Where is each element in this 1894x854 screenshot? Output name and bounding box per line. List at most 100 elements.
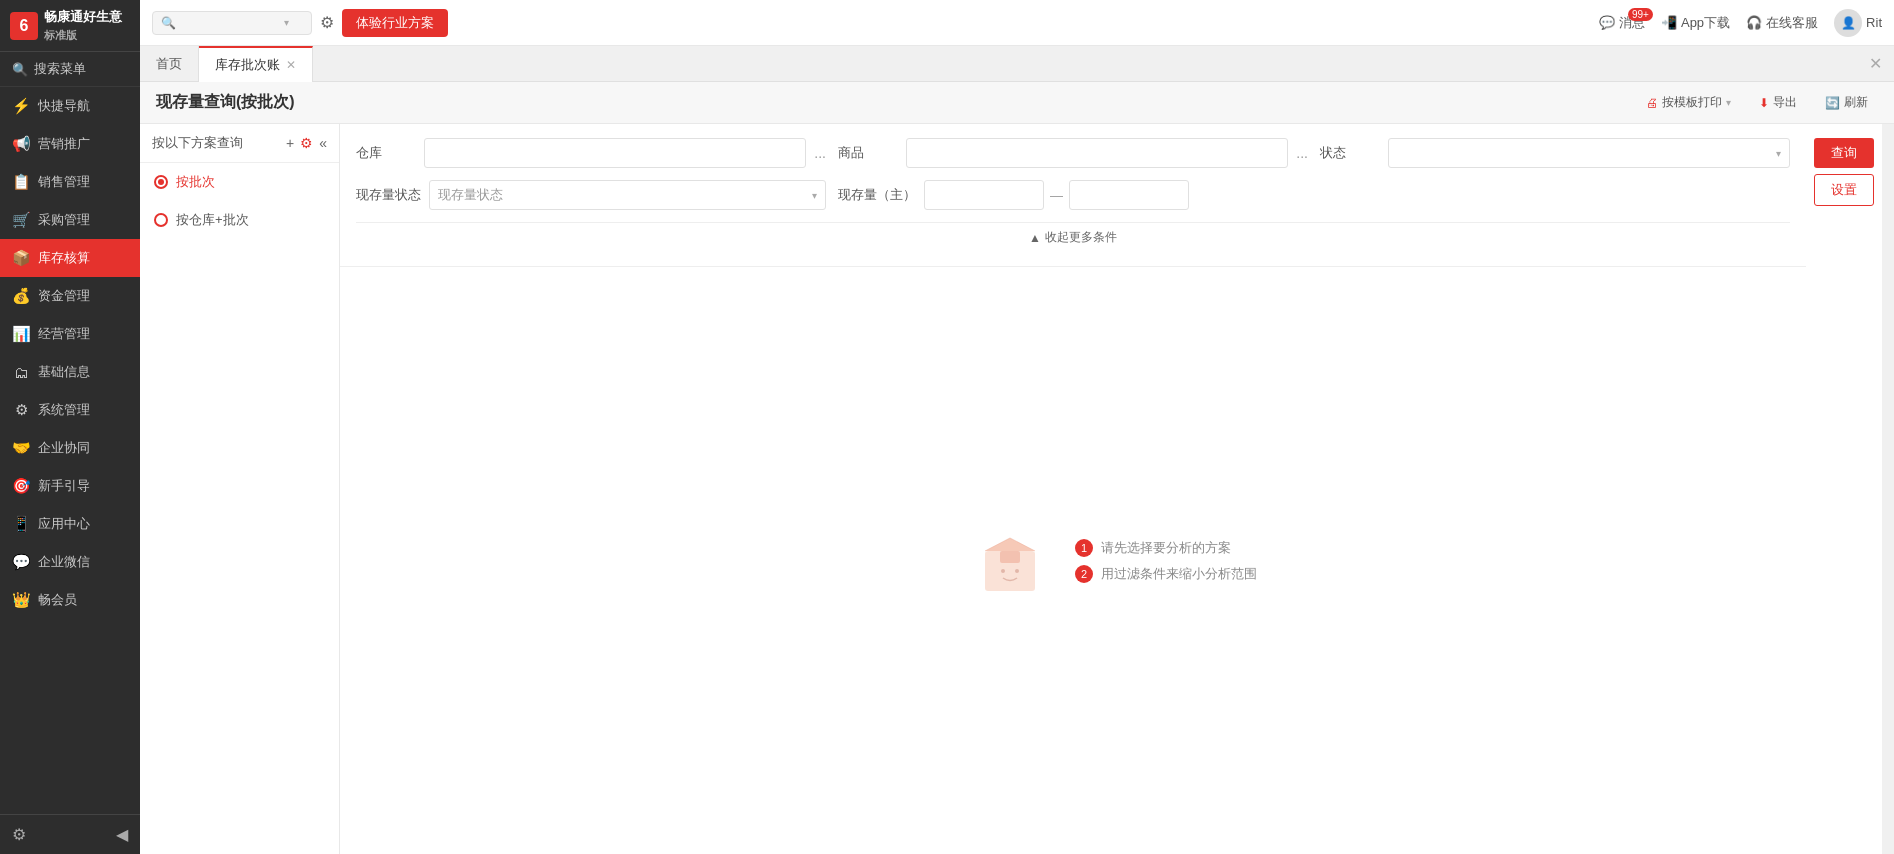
footer-settings-icon[interactable]: ⚙ (12, 825, 26, 844)
sidebar-item-purchase[interactable]: 🛒 采购管理 (0, 201, 140, 239)
warehouse-label: 仓库 (356, 144, 416, 162)
add-scheme-icon[interactable]: + (286, 135, 294, 151)
tab-close-icon[interactable]: ✕ (286, 58, 296, 72)
experience-btn[interactable]: 体验行业方案 (342, 9, 448, 37)
sidebar-item-operations[interactable]: 📊 经营管理 (0, 315, 140, 353)
status-label: 状态 (1320, 144, 1380, 162)
stock-status-select[interactable]: 现存量状态 ▾ (429, 180, 826, 210)
topbar-user[interactable]: 👤 Rit (1834, 9, 1882, 37)
app-download-icon: 📲 (1661, 15, 1677, 30)
topbar-gear-icon[interactable]: ⚙ (320, 13, 334, 32)
empty-state: 1 请先选择要分析的方案 2 用过滤条件来缩小分析范围 (340, 267, 1882, 854)
tip-1-num: 1 (1075, 539, 1093, 557)
left-panel: 按以下方案查询 + ⚙ « 按批次 按仓库+批次 (140, 124, 340, 854)
main-content: 🔍 ▾ ⚙ 体验行业方案 💬 消息 99+ 📲 App下载 🎧 在线客服 👤 R… (140, 0, 1894, 854)
operations-icon: 📊 (12, 325, 30, 343)
stock-main-start[interactable] (924, 180, 1044, 210)
warehouse-dots[interactable]: ... (814, 145, 826, 161)
quick-nav-icon: ⚡ (12, 97, 30, 115)
sidebar-item-inventory[interactable]: 📦 库存核算 (0, 239, 140, 277)
sidebar-item-basic[interactable]: 🗂 基础信息 (0, 353, 140, 391)
logo-icon: 6 (10, 12, 38, 40)
topbar-app-download[interactable]: 📲 App下载 (1661, 14, 1730, 32)
sidebar-item-label: 库存核算 (38, 249, 90, 267)
collapse-more-btn[interactable]: ▲ 收起更多条件 (356, 222, 1790, 252)
query-btn[interactable]: 查询 (1814, 138, 1874, 168)
customer-service-icon: 🎧 (1746, 15, 1762, 30)
sidebar-item-wechat[interactable]: 💬 企业微信 (0, 543, 140, 581)
search-icon: 🔍 (12, 62, 28, 77)
topbar: 🔍 ▾ ⚙ 体验行业方案 💬 消息 99+ 📲 App下载 🎧 在线客服 👤 R… (140, 0, 1894, 46)
filter-and-content: 仓库 ... 商品 ... 状态 (340, 124, 1882, 854)
refresh-icon: 🔄 (1825, 96, 1840, 110)
footer-collapse-icon[interactable]: ◀ (116, 825, 128, 844)
message-badge: 99+ (1628, 8, 1653, 21)
topbar-search-icon: 🔍 (161, 16, 176, 30)
sidebar-nav: ⚡ 快捷导航 📢 营销推广 📋 销售管理 🛒 采购管理 📦 库存核算 💰 资金管… (0, 87, 140, 814)
print-btn[interactable]: 🖨 按模板打印 ▾ (1636, 90, 1741, 115)
filter-rows: 仓库 ... 商品 ... 状态 (340, 124, 1806, 267)
filter-area: 仓库 ... 商品 ... 状态 (340, 124, 1882, 267)
sidebar-item-quick-nav[interactable]: ⚡ 快捷导航 (0, 87, 140, 125)
topbar-message[interactable]: 💬 消息 99+ (1599, 14, 1645, 32)
customer-service-label: 在线客服 (1766, 14, 1818, 32)
tab-batch-account[interactable]: 库存批次账 ✕ (199, 46, 313, 82)
sidebar-item-marketing[interactable]: 📢 营销推广 (0, 125, 140, 163)
product-dots[interactable]: ... (1296, 145, 1308, 161)
topbar-search-box[interactable]: 🔍 ▾ (152, 11, 312, 35)
marketing-icon: 📢 (12, 135, 30, 153)
sidebar-item-guide[interactable]: 🎯 新手引导 (0, 467, 140, 505)
settings-btn[interactable]: 设置 (1814, 174, 1874, 206)
sidebar-item-label: 企业微信 (38, 553, 90, 571)
tabs-close-icon[interactable]: ✕ (1869, 54, 1882, 73)
product-input[interactable] (906, 138, 1288, 168)
sidebar-search-label: 搜索菜单 (34, 60, 86, 78)
svg-marker-1 (985, 538, 1035, 551)
sidebar-item-label: 基础信息 (38, 363, 90, 381)
app-edition: 标准版 (44, 28, 122, 43)
status-select[interactable]: ▾ (1388, 138, 1790, 168)
sidebar-item-label: 新手引导 (38, 477, 90, 495)
scheme-item-by-batch[interactable]: 按批次 (140, 163, 339, 201)
radio-by-warehouse-batch (154, 213, 168, 227)
sidebar-item-label: 采购管理 (38, 211, 90, 229)
page-header: 现存量查询(按批次) 🖨 按模板打印 ▾ ⬇ 导出 🔄 刷新 (140, 82, 1894, 124)
sidebar-item-system[interactable]: ⚙ 系统管理 (0, 391, 140, 429)
stock-main-end[interactable] (1069, 180, 1189, 210)
sidebar-search[interactable]: 🔍 搜索菜单 (0, 52, 140, 87)
stock-status-label: 现存量状态 (356, 186, 421, 204)
sidebar-item-apps[interactable]: 📱 应用中心 (0, 505, 140, 543)
tab-batch-account-label: 库存批次账 (215, 56, 280, 74)
topbar-customer-service[interactable]: 🎧 在线客服 (1746, 14, 1818, 32)
topbar-search-input[interactable] (180, 16, 280, 30)
sidebar-item-label: 资金管理 (38, 287, 90, 305)
sidebar-item-label: 营销推广 (38, 135, 90, 153)
sidebar-item-finance[interactable]: 💰 资金管理 (0, 277, 140, 315)
sidebar-item-member[interactable]: 👑 畅会员 (0, 581, 140, 619)
filter-row-1: 仓库 ... 商品 ... 状态 (356, 138, 1790, 168)
topbar-dropdown-icon[interactable]: ▾ (284, 17, 289, 28)
tip-2-num: 2 (1075, 565, 1093, 583)
sidebar-item-sales[interactable]: 📋 销售管理 (0, 163, 140, 201)
print-dropdown-icon[interactable]: ▾ (1726, 97, 1731, 108)
refresh-btn[interactable]: 🔄 刷新 (1815, 90, 1878, 115)
finance-icon: 💰 (12, 287, 30, 305)
apps-icon: 📱 (12, 515, 30, 533)
tip-1-text: 请先选择要分析的方案 (1101, 539, 1231, 557)
tab-home[interactable]: 首页 (140, 46, 199, 82)
warehouse-input[interactable] (424, 138, 806, 168)
collapse-left-icon[interactable]: « (319, 135, 327, 151)
scheme-settings-icon[interactable]: ⚙ (300, 135, 313, 151)
left-panel-header-actions: + ⚙ « (286, 135, 327, 151)
tab-home-label: 首页 (156, 55, 182, 73)
sidebar-item-collab[interactable]: 🤝 企业协同 (0, 429, 140, 467)
scheme-item-by-warehouse-batch[interactable]: 按仓库+批次 (140, 201, 339, 239)
sales-icon: 📋 (12, 173, 30, 191)
stock-main-field: 现存量（主） — (838, 180, 1308, 210)
stock-status-field: 现存量状态 现存量状态 ▾ (356, 180, 826, 210)
export-btn[interactable]: ⬇ 导出 (1749, 90, 1807, 115)
product-label: 商品 (838, 144, 898, 162)
left-panel-header-label: 按以下方案查询 (152, 134, 243, 152)
right-scrollbar[interactable] (1882, 124, 1894, 854)
page-actions: 🖨 按模板打印 ▾ ⬇ 导出 🔄 刷新 (1636, 90, 1878, 115)
